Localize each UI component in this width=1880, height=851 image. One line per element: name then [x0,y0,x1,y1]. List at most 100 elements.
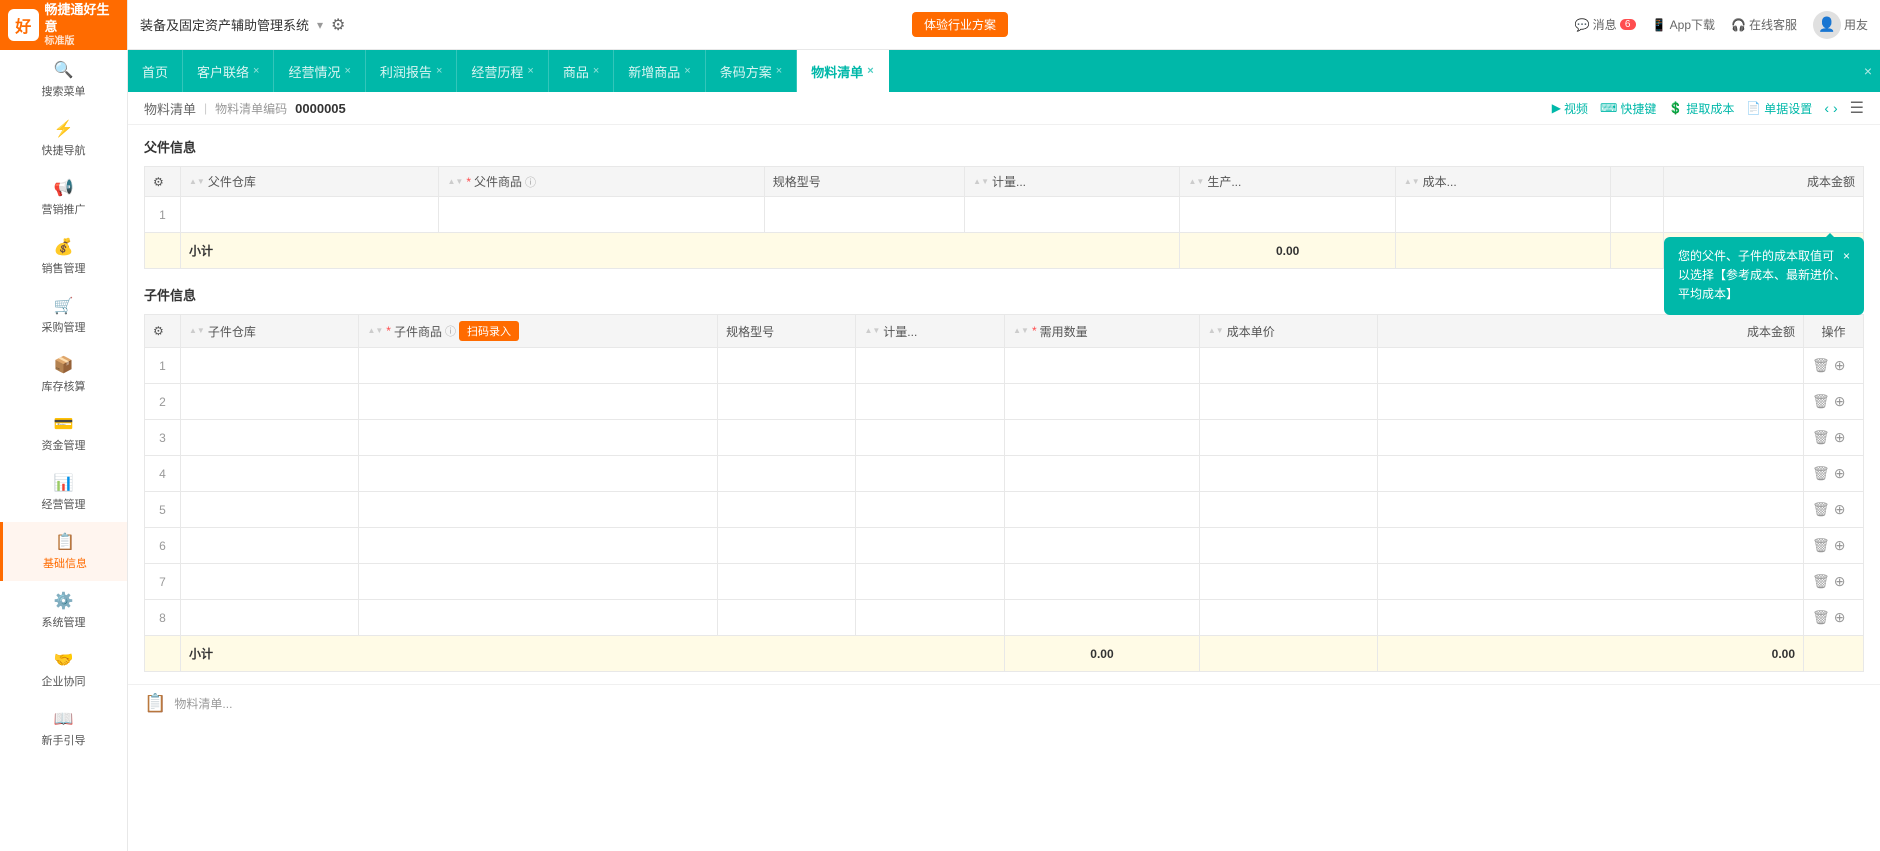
sidebar-item-basic-info[interactable]: 📋 基础信息 [0,522,127,581]
child-r8-goods[interactable] [359,600,718,636]
delete-icon-r1[interactable]: 🗑 [1812,357,1830,374]
tab-goods-close[interactable]: × [593,65,599,77]
sidebar-item-shortcut[interactable]: ⚡ 快捷导航 [0,109,127,168]
child-r3-qty[interactable] [1005,420,1200,456]
child-r6-spec[interactable] [718,528,856,564]
sidebar-item-marketing[interactable]: 📢 营销推广 [0,168,127,227]
child-r1-goods[interactable] [359,348,718,384]
tab-home[interactable]: 首页 [128,50,183,92]
child-r7-goods[interactable] [359,564,718,600]
child-r3-spec[interactable] [718,420,856,456]
child-r3-warehouse[interactable] [181,420,359,456]
sort-icon[interactable]: ▲▼ [189,178,205,186]
delete-icon-r4[interactable]: 🗑 [1812,465,1830,482]
child-r5-qty[interactable] [1005,492,1200,528]
parent-cell-unit[interactable] [965,197,1180,233]
view-btn[interactable]: ▶ 视频 [1552,100,1588,117]
copy-icon-r4[interactable]: ⊕ [1834,465,1846,482]
bottom-doc-icon[interactable]: 📋 [144,693,166,714]
child-r5-spec[interactable] [718,492,856,528]
sidebar-item-sales[interactable]: 💰 销售管理 [0,227,127,286]
child-r8-warehouse[interactable] [181,600,359,636]
tab-bom[interactable]: 物料清单 × [797,50,888,92]
child-r1-warehouse[interactable] [181,348,359,384]
child-sort2[interactable]: ▲▼ [367,327,383,335]
tab-barcode[interactable]: 条码方案 × [706,50,797,92]
child-r2-goods[interactable] [359,384,718,420]
tab-profit[interactable]: 利润报告 × [366,50,457,92]
tab-history-close[interactable]: × [527,65,533,77]
child-sort5[interactable]: ▲▼ [1208,327,1224,335]
online-service-tool[interactable]: 🎧 在线客服 [1731,16,1797,33]
tab-goods[interactable]: 商品 × [549,50,614,92]
child-r1-qty[interactable] [1005,348,1200,384]
child-r7-qty[interactable] [1005,564,1200,600]
child-r7-warehouse[interactable] [181,564,359,600]
child-r3-unit-cost[interactable] [1199,420,1377,456]
parent-col-settings[interactable]: ⚙ [145,167,181,197]
child-r4-spec[interactable] [718,456,856,492]
shortcut-btn[interactable]: ⌨ 快捷键 [1600,100,1656,117]
sidebar-item-inventory[interactable]: 📦 库存核算 [0,345,127,404]
child-r8-unit-cost[interactable] [1199,600,1377,636]
child-col-settings[interactable]: ⚙ [145,315,181,348]
scan-button[interactable]: 扫码录入 [459,321,519,341]
prev-arrow[interactable]: ‹ [1824,100,1829,116]
child-r3-unit[interactable] [856,420,1005,456]
child-r4-warehouse[interactable] [181,456,359,492]
layout-icon[interactable]: ☰ [1850,98,1864,118]
child-r2-unit[interactable] [856,384,1005,420]
child-r4-unit[interactable] [856,456,1005,492]
copy-icon-r1[interactable]: ⊕ [1834,357,1846,374]
next-arrow[interactable]: › [1833,100,1838,116]
parent-cell-goods[interactable] [439,197,764,233]
user-tool[interactable]: 👤 用友 [1813,11,1868,39]
tab-history[interactable]: 经营历程 × [457,50,548,92]
child-r7-spec[interactable] [718,564,856,600]
tab-bar-close[interactable]: × [1856,63,1880,79]
child-r7-unit[interactable] [856,564,1005,600]
sidebar-item-system[interactable]: ⚙️ 系统管理 [0,581,127,640]
child-r6-warehouse[interactable] [181,528,359,564]
tab-barcode-close[interactable]: × [776,65,782,77]
copy-icon-r3[interactable]: ⊕ [1834,429,1846,446]
child-r7-unit-cost[interactable] [1199,564,1377,600]
child-r1-spec[interactable] [718,348,856,384]
delete-icon-r7[interactable]: 🗑 [1812,573,1830,590]
child-r5-goods[interactable] [359,492,718,528]
delete-icon-r8[interactable]: 🗑 [1812,609,1830,626]
tab-bom-close[interactable]: × [867,65,873,77]
tooltip-close-btn[interactable]: × [1843,247,1850,266]
sidebar-item-finance[interactable]: 💳 资金管理 [0,404,127,463]
parent-cell-warehouse[interactable] [181,197,439,233]
tab-customer-close[interactable]: × [253,65,259,77]
parent-cell-cost[interactable] [1395,197,1610,233]
child-r2-spec[interactable] [718,384,856,420]
sort-icon2[interactable]: ▲▼ [447,178,463,186]
child-r5-warehouse[interactable] [181,492,359,528]
child-r8-spec[interactable] [718,600,856,636]
parent-cell-produce[interactable] [1180,197,1395,233]
child-r6-unit[interactable] [856,528,1005,564]
sort-icon4[interactable]: ▲▼ [1188,178,1204,186]
child-sort3[interactable]: ▲▼ [864,327,880,335]
sidebar-item-purchase[interactable]: 🛒 采购管理 [0,286,127,345]
delete-icon-r6[interactable]: 🗑 [1812,537,1830,554]
child-r2-unit-cost[interactable] [1199,384,1377,420]
child-r5-unit-cost[interactable] [1199,492,1377,528]
app-download-tool[interactable]: 📱 App下载 [1652,16,1715,33]
child-info-icon[interactable]: ⓘ [445,323,456,339]
copy-icon-r2[interactable]: ⊕ [1834,393,1846,410]
settings-icon[interactable]: ⚙ [331,15,345,35]
parent-cell-spec[interactable] [764,197,964,233]
child-sort1[interactable]: ▲▼ [189,327,205,335]
child-r8-unit[interactable] [856,600,1005,636]
tab-new-goods[interactable]: 新增商品 × [614,50,705,92]
sidebar-item-guide[interactable]: 📖 新手引导 [0,699,127,758]
child-r1-unit[interactable] [856,348,1005,384]
child-r6-unit-cost[interactable] [1199,528,1377,564]
child-r1-unit-cost[interactable] [1199,348,1377,384]
delete-icon-r3[interactable]: 🗑 [1812,429,1830,446]
child-sort4[interactable]: ▲▼ [1013,327,1029,335]
tab-new-goods-close[interactable]: × [684,65,690,77]
